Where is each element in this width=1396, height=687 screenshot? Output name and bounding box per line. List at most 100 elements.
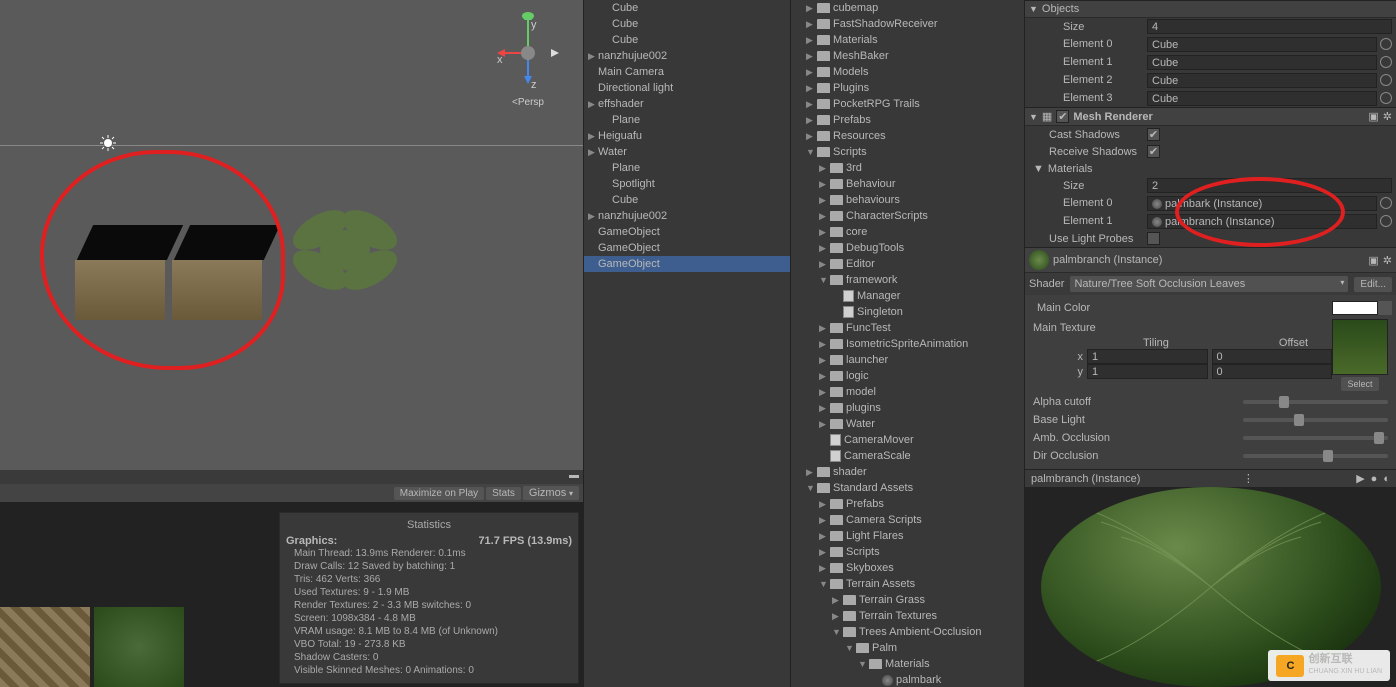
project-item[interactable]: ▶behaviours bbox=[791, 192, 1024, 208]
project-item[interactable]: ▶cubemap bbox=[791, 0, 1024, 16]
hierarchy-item[interactable]: Main Camera bbox=[584, 64, 790, 80]
help-icon[interactable]: ▣ bbox=[1368, 110, 1378, 123]
project-item[interactable]: ▶Terrain Textures bbox=[791, 608, 1024, 624]
project-item[interactable]: ▶Models bbox=[791, 64, 1024, 80]
mesh-renderer-header[interactable]: ▼ ▦ ✔ Mesh Renderer ▣ ✲ bbox=[1025, 107, 1396, 126]
project-item[interactable]: ▶Terrain Grass bbox=[791, 592, 1024, 608]
hierarchy-item[interactable]: Plane bbox=[584, 112, 790, 128]
hierarchy-item[interactable]: ▶nanzhujue002 bbox=[584, 48, 790, 64]
object-picker-icon[interactable] bbox=[1380, 38, 1392, 50]
help-icon[interactable]: ▣ bbox=[1368, 254, 1378, 267]
materials-size-field[interactable] bbox=[1147, 178, 1392, 193]
texture-thumb[interactable] bbox=[0, 607, 90, 687]
project-item[interactable]: CameraScale bbox=[791, 448, 1024, 464]
tiling-x-field[interactable] bbox=[1087, 349, 1208, 364]
select-texture-button[interactable]: Select bbox=[1341, 377, 1378, 391]
mesh-renderer-enable-checkbox[interactable]: ✔ bbox=[1056, 110, 1069, 123]
project-item[interactable]: ▶FuncTest bbox=[791, 320, 1024, 336]
hierarchy-item[interactable]: Cube bbox=[584, 16, 790, 32]
project-item[interactable]: ▼Standard Assets bbox=[791, 480, 1024, 496]
material-element-field[interactable]: palmbranch (Instance) bbox=[1147, 214, 1377, 229]
object-element-field[interactable]: Cube bbox=[1147, 91, 1377, 106]
project-item[interactable]: ▶core bbox=[791, 224, 1024, 240]
preview-bar[interactable]: palmbranch (Instance)⋮ ▶ ● ◐ bbox=[1025, 469, 1396, 487]
light-toggle-icon[interactable]: ◐ bbox=[1383, 473, 1390, 485]
orientation-gizmo[interactable]: y x z <Persp bbox=[493, 8, 563, 103]
project-item[interactable]: ▶Editor bbox=[791, 256, 1024, 272]
project-item[interactable]: ▶PocketRPG Trails bbox=[791, 96, 1024, 112]
project-item[interactable]: ▶Skyboxes bbox=[791, 560, 1024, 576]
object-picker-icon[interactable] bbox=[1380, 215, 1392, 227]
dir-occlusion-slider[interactable] bbox=[1243, 454, 1388, 458]
main-color-swatch[interactable] bbox=[1332, 301, 1378, 315]
project-item[interactable]: CameraMover bbox=[791, 432, 1024, 448]
material-element-field[interactable]: palmbark (Instance) bbox=[1147, 196, 1377, 211]
scene-foliage[interactable] bbox=[280, 200, 420, 300]
receive-shadows-checkbox[interactable]: ✔ bbox=[1147, 145, 1160, 158]
light-icon[interactable] bbox=[100, 135, 116, 151]
persp-label[interactable]: <Persp bbox=[493, 97, 563, 108]
offset-x-field[interactable] bbox=[1212, 349, 1333, 364]
material-header[interactable]: palmbranch (Instance) ▣ ✲ bbox=[1025, 247, 1396, 273]
project-item[interactable]: ▶Camera Scripts bbox=[791, 512, 1024, 528]
hierarchy-item[interactable]: ▶Water bbox=[584, 144, 790, 160]
project-item[interactable]: ▶FastShadowReceiver bbox=[791, 16, 1024, 32]
object-element-field[interactable]: Cube bbox=[1147, 73, 1377, 88]
material-preview[interactable]: C 创新互联CHUANG XIN HU LIAN bbox=[1025, 487, 1396, 687]
scene-view[interactable]: y x z <Persp bbox=[0, 0, 583, 470]
project-item[interactable]: ▼Trees Ambient-Occlusion bbox=[791, 624, 1024, 640]
main-texture-slot[interactable] bbox=[1332, 319, 1388, 375]
cast-shadows-checkbox[interactable]: ✔ bbox=[1147, 128, 1160, 141]
tiling-y-field[interactable] bbox=[1087, 364, 1208, 379]
eyedropper-icon[interactable] bbox=[1378, 301, 1392, 315]
project-item[interactable]: ▶logic bbox=[791, 368, 1024, 384]
object-picker-icon[interactable] bbox=[1380, 197, 1392, 209]
light-probes-checkbox[interactable] bbox=[1147, 232, 1160, 245]
project-item[interactable]: ▶3rd bbox=[791, 160, 1024, 176]
gear-icon[interactable]: ✲ bbox=[1383, 254, 1392, 267]
project-item[interactable]: ▶Water bbox=[791, 416, 1024, 432]
project-item[interactable]: ▶launcher bbox=[791, 352, 1024, 368]
project-item[interactable]: Singleton bbox=[791, 304, 1024, 320]
project-item[interactable]: ▶MeshBaker bbox=[791, 48, 1024, 64]
hierarchy-item[interactable]: Cube bbox=[584, 192, 790, 208]
hierarchy-item[interactable]: Plane bbox=[584, 160, 790, 176]
object-picker-icon[interactable] bbox=[1380, 56, 1392, 68]
hierarchy-item[interactable]: Cube bbox=[584, 0, 790, 16]
hierarchy-item[interactable]: GameObject bbox=[584, 240, 790, 256]
project-item[interactable]: ▶Prefabs bbox=[791, 112, 1024, 128]
stats-button[interactable]: Stats bbox=[486, 487, 521, 500]
project-item[interactable]: ▶model bbox=[791, 384, 1024, 400]
base-light-slider[interactable] bbox=[1243, 418, 1388, 422]
project-item[interactable]: ▶Behaviour bbox=[791, 176, 1024, 192]
project-item[interactable]: ▶CharacterScripts bbox=[791, 208, 1024, 224]
texture-thumb[interactable] bbox=[94, 607, 184, 687]
hierarchy-item[interactable]: ▶Heiguafu bbox=[584, 128, 790, 144]
project-item[interactable]: ▶Prefabs bbox=[791, 496, 1024, 512]
project-item[interactable]: ▼Palm bbox=[791, 640, 1024, 656]
project-item[interactable]: ▼framework bbox=[791, 272, 1024, 288]
project-item[interactable]: ▶shader bbox=[791, 464, 1024, 480]
project-item[interactable]: ▶Plugins bbox=[791, 80, 1024, 96]
project-item[interactable]: palmbark bbox=[791, 672, 1024, 687]
gear-icon[interactable]: ✲ bbox=[1383, 110, 1392, 123]
objects-size-field[interactable] bbox=[1147, 19, 1392, 34]
object-element-field[interactable]: Cube bbox=[1147, 55, 1377, 70]
sphere-icon[interactable]: ● bbox=[1371, 473, 1378, 485]
object-element-field[interactable]: Cube bbox=[1147, 37, 1377, 52]
project-item[interactable]: ▶Scripts bbox=[791, 544, 1024, 560]
shader-dropdown[interactable]: Nature/Tree Soft Occlusion Leaves ▾ bbox=[1070, 276, 1348, 292]
gizmos-button[interactable]: Gizmos ▾ bbox=[523, 486, 579, 500]
hierarchy-item[interactable]: Directional light bbox=[584, 80, 790, 96]
object-picker-icon[interactable] bbox=[1380, 74, 1392, 86]
edit-shader-button[interactable]: Edit... bbox=[1354, 277, 1392, 292]
project-item[interactable]: ▼Materials bbox=[791, 656, 1024, 672]
hierarchy-item[interactable]: ▶effshader bbox=[584, 96, 790, 112]
project-item[interactable]: ▼Terrain Assets bbox=[791, 576, 1024, 592]
project-item[interactable]: Manager bbox=[791, 288, 1024, 304]
project-item[interactable]: ▶Materials bbox=[791, 32, 1024, 48]
object-picker-icon[interactable] bbox=[1380, 92, 1392, 104]
hierarchy-item[interactable]: ▶nanzhujue002 bbox=[584, 208, 790, 224]
objects-header[interactable]: ▼Objects bbox=[1025, 0, 1396, 18]
project-item[interactable]: ▶Light Flares bbox=[791, 528, 1024, 544]
